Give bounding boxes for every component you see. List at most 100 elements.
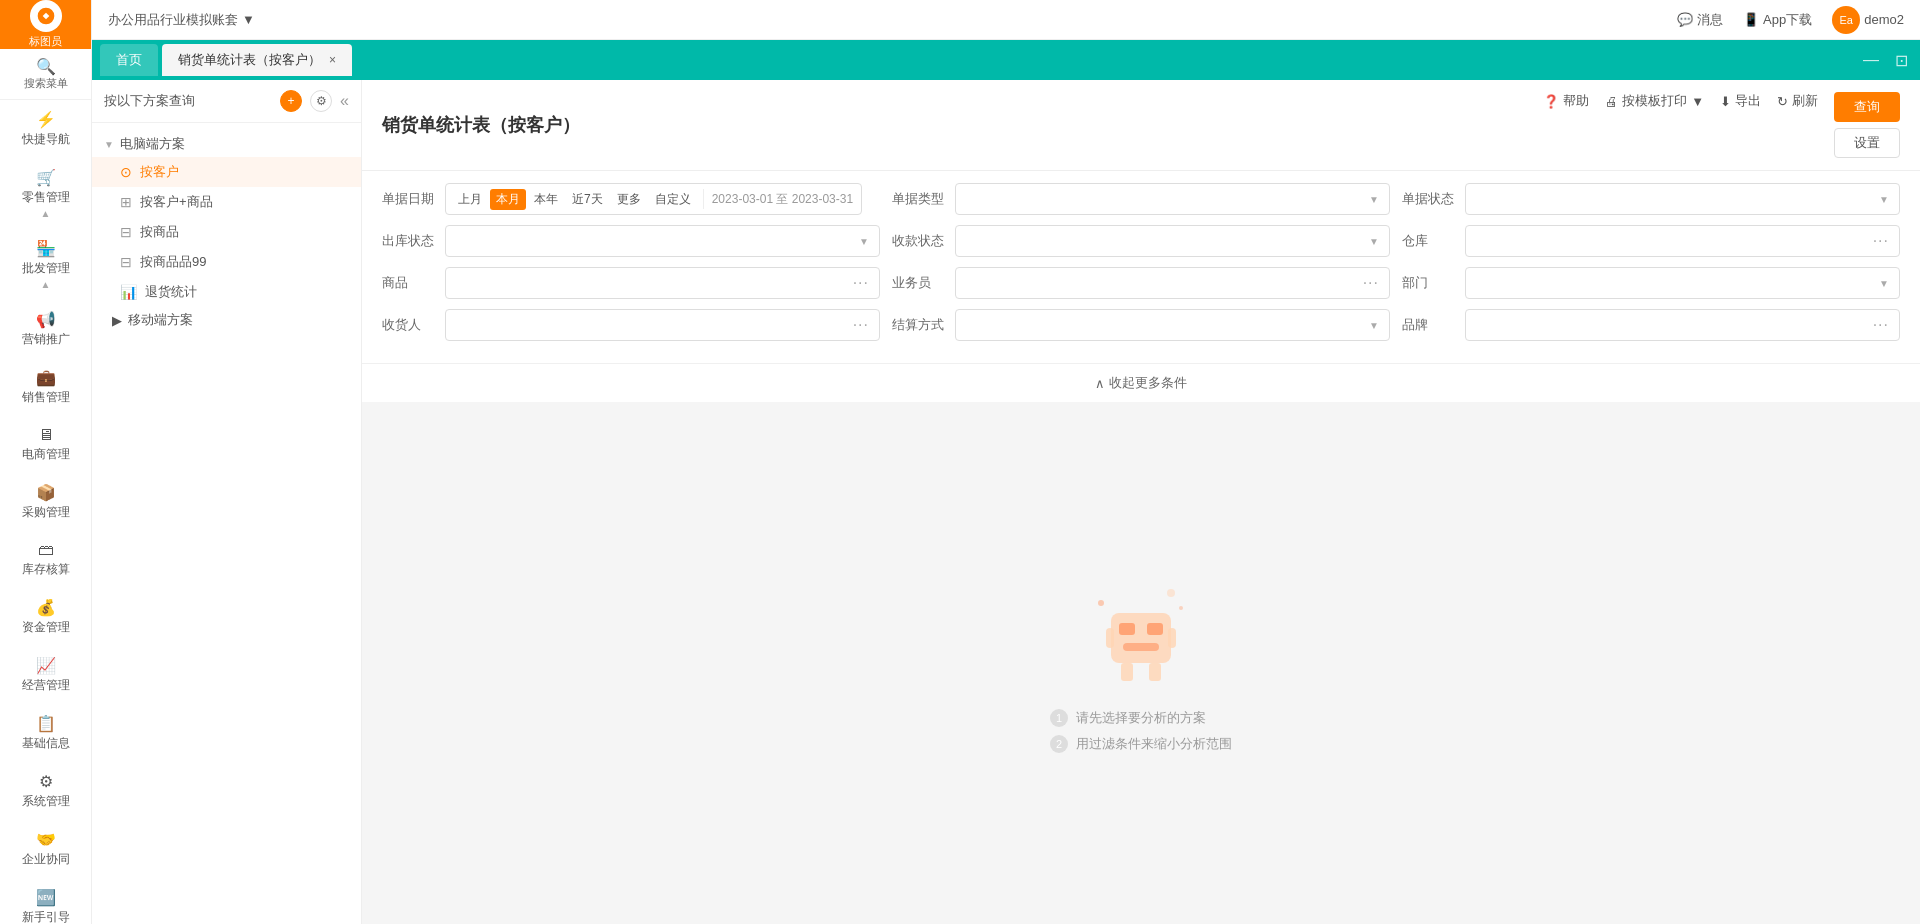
sidebar-item-ecommerce-label: 电商管理 (22, 446, 70, 463)
brand-field: 品牌 ··· (1402, 309, 1900, 341)
date-tab-more[interactable]: 更多 (611, 189, 647, 210)
sidebar-item-purchase[interactable]: 📦 采购管理 (0, 473, 91, 531)
filter-row-4: 收货人 ··· 结算方式 ▼ 品牌 (382, 309, 1900, 341)
sidebar-item-wholesale[interactable]: 🏪 批发管理 ▲ (0, 229, 91, 300)
query-button[interactable]: 查询 (1834, 92, 1900, 122)
out-status-control[interactable]: ▼ (445, 225, 880, 257)
date-tab-last-month[interactable]: 上月 (452, 189, 488, 210)
sidebar-item-marketing[interactable]: 📢 营销推广 (0, 300, 91, 358)
tab-sales-report[interactable]: 销货单统计表（按客户） × (162, 44, 352, 76)
scheme-item-return[interactable]: 📊 退货统计 (92, 277, 361, 307)
doc-type-control[interactable]: ▼ (955, 183, 1390, 215)
tab-maximize-btn[interactable]: ⊡ (1891, 47, 1912, 74)
industry-selector-label: 办公用品行业模拟账套 (108, 11, 238, 29)
sidebar: 标图员 🔍 搜索菜单 ⚡ 快捷导航 🛒 零售管理 ▲ 🏪 批发管理 ▲ 📢 营销… (0, 0, 92, 924)
tab-home[interactable]: 首页 (100, 44, 158, 76)
operations-icon: 📈 (36, 656, 56, 675)
receiver-dots-btn[interactable]: ··· (853, 316, 869, 334)
warehouse-control[interactable]: ··· (1465, 225, 1900, 257)
logo-text: 标图员 (29, 34, 62, 49)
setting-button[interactable]: 设置 (1834, 128, 1900, 158)
receiver-control[interactable]: ··· (445, 309, 880, 341)
purchase-icon: 📦 (36, 483, 56, 502)
product-label: 商品 (382, 274, 437, 292)
scheme-item-customer[interactable]: ⊙ 按客户 (92, 157, 361, 187)
brand-control[interactable]: ··· (1465, 309, 1900, 341)
date-tab-current-year[interactable]: 本年 (528, 189, 564, 210)
product-control[interactable]: ··· (445, 267, 880, 299)
scheme-item-product[interactable]: ⊟ 按商品 (92, 217, 361, 247)
sidebar-item-inventory-label: 库存核算 (22, 561, 70, 578)
message-btn[interactable]: 💬 消息 (1677, 11, 1723, 29)
salesperson-label: 业务员 (892, 274, 947, 292)
receiver-field: 收货人 ··· (382, 309, 880, 341)
collapse-more-btn[interactable]: ∧ 收起更多条件 (1079, 370, 1203, 396)
brand-dots-btn[interactable]: ··· (1873, 316, 1889, 334)
date-tab-current-month[interactable]: 本月 (490, 189, 526, 210)
scheme-item-product99[interactable]: ⊟ 按商品品99 (92, 247, 361, 277)
sidebar-item-basic-info[interactable]: 📋 基础信息 (0, 704, 91, 762)
department-control[interactable]: ▼ (1465, 267, 1900, 299)
product-dots-btn[interactable]: ··· (853, 274, 869, 292)
add-scheme-btn[interactable]: + (280, 90, 302, 112)
date-tab-custom[interactable]: 自定义 (649, 189, 697, 210)
filter-panel-collapse-btn[interactable]: « (340, 92, 349, 110)
scheme-customer-product-icon: ⊞ (120, 194, 132, 210)
scheme-settings-btn[interactable]: ⚙ (310, 90, 332, 112)
filter-panel-icons: + ⚙ « (280, 90, 349, 112)
export-btn[interactable]: ⬇ 导出 (1720, 92, 1761, 110)
retail-arrow-icon: ▲ (41, 208, 51, 219)
desktop-scheme-group[interactable]: ▼ 电脑端方案 (92, 131, 361, 157)
message-icon: 💬 (1677, 12, 1693, 27)
industry-selector[interactable]: 办公用品行业模拟账套 ▼ (108, 11, 255, 29)
scheme-item-customer-product[interactable]: ⊞ 按客户+商品 (92, 187, 361, 217)
help-label: 帮助 (1563, 92, 1589, 110)
sidebar-item-company[interactable]: 🤝 企业协同 (0, 820, 91, 878)
date-tab-last-7-days[interactable]: 近7天 (566, 189, 609, 210)
sidebar-item-retail-label: 零售管理 (22, 189, 70, 206)
salesperson-control[interactable]: ··· (955, 267, 1390, 299)
export-label: 导出 (1735, 92, 1761, 110)
help-btn[interactable]: ❓ 帮助 (1543, 92, 1589, 110)
svg-point-10 (1179, 606, 1183, 610)
svg-rect-8 (1149, 663, 1161, 681)
sidebar-item-finance[interactable]: 💰 资金管理 (0, 588, 91, 646)
date-control[interactable]: 上月 本月 本年 近7天 更多 自定义 2023-03-01 至 2023-03… (445, 183, 862, 215)
user-profile[interactable]: Ea demo2 (1832, 6, 1904, 34)
sidebar-item-retail[interactable]: 🛒 零售管理 ▲ (0, 158, 91, 229)
svg-rect-4 (1123, 643, 1159, 651)
mobile-scheme-group[interactable]: ▶ 移动端方案 (92, 307, 361, 333)
collapse-more-label: 收起更多条件 (1109, 374, 1187, 392)
mobile-scheme-arrow: ▶ (112, 313, 122, 328)
print-btn[interactable]: 🖨 按模板打印 ▼ (1605, 92, 1704, 110)
collect-status-control[interactable]: ▼ (955, 225, 1390, 257)
empty-state: 1 请先选择要分析的方案 2 用过滤条件来缩小分析范围 (362, 402, 1920, 924)
salesperson-dots-btn[interactable]: ··· (1363, 274, 1379, 292)
sidebar-item-onboarding[interactable]: 🆕 新手引导 (0, 878, 91, 924)
tab-close-btn[interactable]: × (329, 53, 336, 67)
refresh-btn[interactable]: ↻ 刷新 (1777, 92, 1818, 110)
filter-row-3: 商品 ··· 业务员 ··· 部门 (382, 267, 1900, 299)
sidebar-item-operations[interactable]: 📈 经营管理 (0, 646, 91, 704)
onboarding-icon: 🆕 (36, 888, 56, 907)
scheme-customer-icon: ⊙ (120, 164, 132, 180)
sidebar-item-quick-nav[interactable]: ⚡ 快捷导航 (0, 100, 91, 158)
sidebar-item-basic-info-label: 基础信息 (22, 735, 70, 752)
header-left: 办公用品行业模拟账套 ▼ (108, 11, 255, 29)
title-actions: ❓ 帮助 🖨 按模板打印 ▼ ⬇ 导出 (1543, 92, 1818, 110)
sidebar-item-sales[interactable]: 💼 销售管理 (0, 358, 91, 416)
app-download-btn[interactable]: 📱 App下载 (1743, 11, 1812, 29)
warehouse-dots-btn[interactable]: ··· (1873, 232, 1889, 250)
company-icon: 🤝 (36, 830, 56, 849)
out-status-label: 出库状态 (382, 232, 437, 250)
sales-icon: 💼 (36, 368, 56, 387)
search-menu[interactable]: 🔍 搜索菜单 (0, 49, 91, 100)
tab-minimize-btn[interactable]: — (1859, 47, 1883, 74)
sidebar-item-ecommerce[interactable]: 🖥 电商管理 (0, 416, 91, 473)
doc-status-field: 单据状态 ▼ (1402, 183, 1900, 215)
sidebar-item-inventory[interactable]: 🗃 库存核算 (0, 531, 91, 588)
doc-status-control[interactable]: ▼ (1465, 183, 1900, 215)
sidebar-item-system[interactable]: ⚙ 系统管理 (0, 762, 91, 820)
department-field: 部门 ▼ (1402, 267, 1900, 299)
settlement-control[interactable]: ▼ (955, 309, 1390, 341)
